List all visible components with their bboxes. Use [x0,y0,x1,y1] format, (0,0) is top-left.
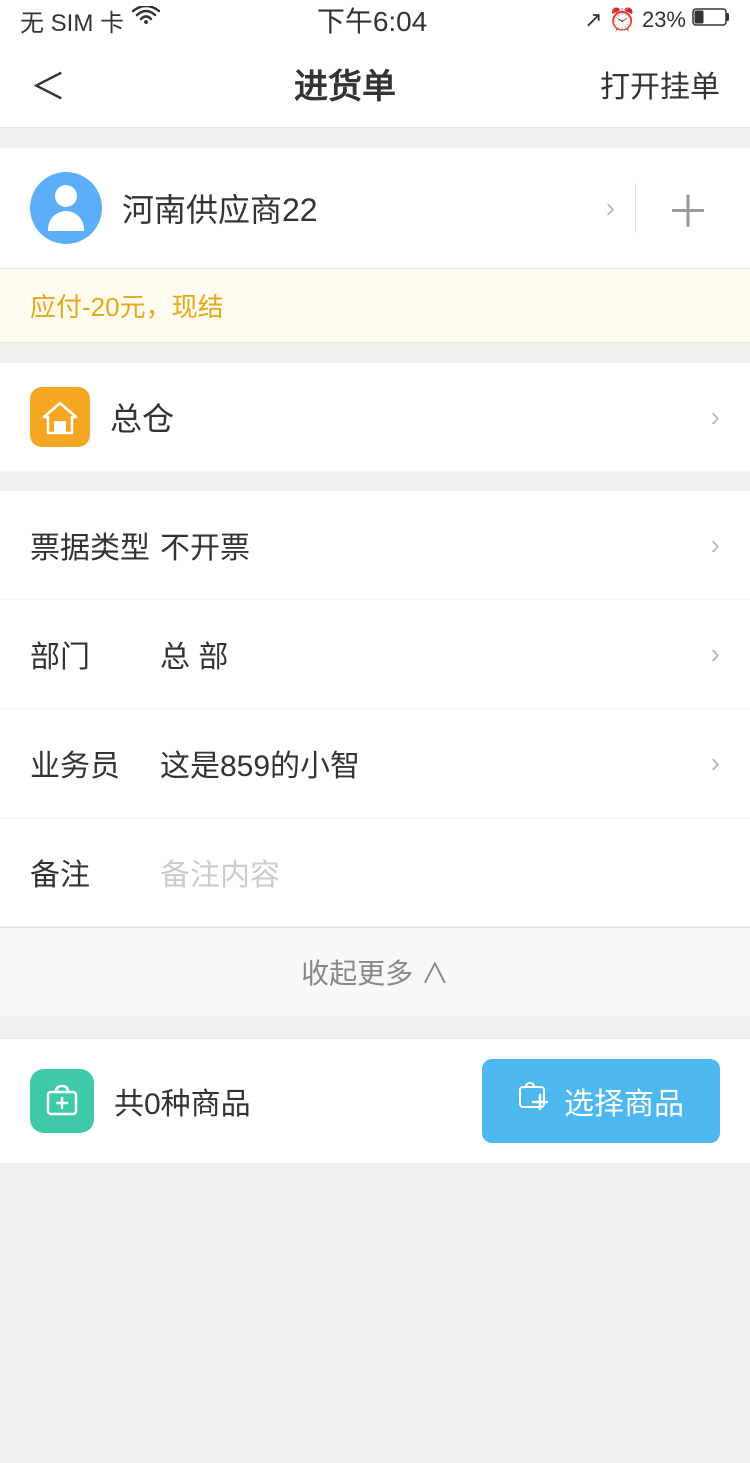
section-gap-1 [0,128,750,148]
collapse-button[interactable]: 收起更多 ∧ [0,927,750,1016]
warehouse-row[interactable]: 总仓 › [0,363,750,471]
supplier-name: 河南供应商22 [122,185,606,231]
battery-label: 23% [642,7,686,33]
nav-bar: ＜ 进货单 打开挂单 [0,40,750,128]
dept-row[interactable]: 部门 总 部 › [0,600,750,709]
warehouse-name: 总仓 [110,394,711,440]
section-gap-2 [0,343,750,363]
bottom-bar: 共0种商品 选择商品 [0,1038,750,1163]
alarm-icon: ⏰ [609,7,636,33]
ticket-type-chevron-icon: › [711,529,720,561]
sales-label: 业务员 [30,741,150,785]
dept-chevron-icon: › [711,638,720,670]
supplier-divider [635,183,636,233]
select-product-button[interactable]: 选择商品 [482,1059,720,1143]
ticket-type-value: 不开票 [160,523,711,567]
status-right: ↗ ⏰ 23% [584,7,730,33]
supplier-row[interactable]: 河南供应商22 › ＋ [0,148,750,269]
note-placeholder[interactable]: 备注内容 [160,850,720,894]
sales-row[interactable]: 业务员 这是859的小智 › [0,709,750,818]
notice-text: 应付-20元，现结 [30,292,224,322]
ticket-type-label: 票据类型 [30,523,150,567]
page-title: 进货单 [294,59,396,108]
open-pending-button[interactable]: 打开挂单 [600,62,720,106]
page-background [0,1163,750,1463]
supplier-chevron-icon: › [606,192,615,224]
sales-chevron-icon: › [711,747,720,779]
carrier-label: 无 SIM 卡 [20,3,124,38]
status-bar: 无 SIM 卡 下午6:04 ↗ ⏰ 23% [0,0,750,40]
warehouse-section: 总仓 › [0,363,750,471]
warehouse-icon [30,387,90,447]
supplier-section: 河南供应商22 › ＋ 应付-20元，现结 [0,148,750,343]
product-cart-icon [30,1069,94,1133]
battery-icon [692,7,730,33]
sales-value: 这是859的小智 [160,741,711,785]
wifi-icon [132,6,160,35]
form-section: 票据类型 不开票 › 部门 总 部 › 业务员 这是859的小智 › 备注 备注… [0,491,750,1016]
person-head [55,185,77,207]
person-body [48,211,84,231]
back-button[interactable]: ＜ [30,58,90,110]
note-label: 备注 [30,850,150,894]
avatar-icon [48,185,84,231]
warehouse-chevron-icon: › [711,401,720,433]
time-label: 下午6:04 [317,0,428,40]
dept-label: 部门 [30,632,150,676]
status-left: 无 SIM 卡 [20,3,160,38]
select-product-label: 选择商品 [564,1079,684,1123]
location-icon: ↗ [584,7,602,33]
supplier-avatar [30,172,102,244]
select-product-icon [518,1081,554,1121]
notice-banner: 应付-20元，现结 [0,269,750,343]
dept-value: 总 部 [160,632,711,676]
note-row[interactable]: 备注 备注内容 [0,818,750,927]
ticket-type-row[interactable]: 票据类型 不开票 › [0,491,750,600]
section-gap-3 [0,471,750,491]
product-count-label: 共0种商品 [114,1079,482,1123]
add-supplier-button[interactable]: ＋ [656,176,720,240]
section-gap-4 [0,1016,750,1036]
